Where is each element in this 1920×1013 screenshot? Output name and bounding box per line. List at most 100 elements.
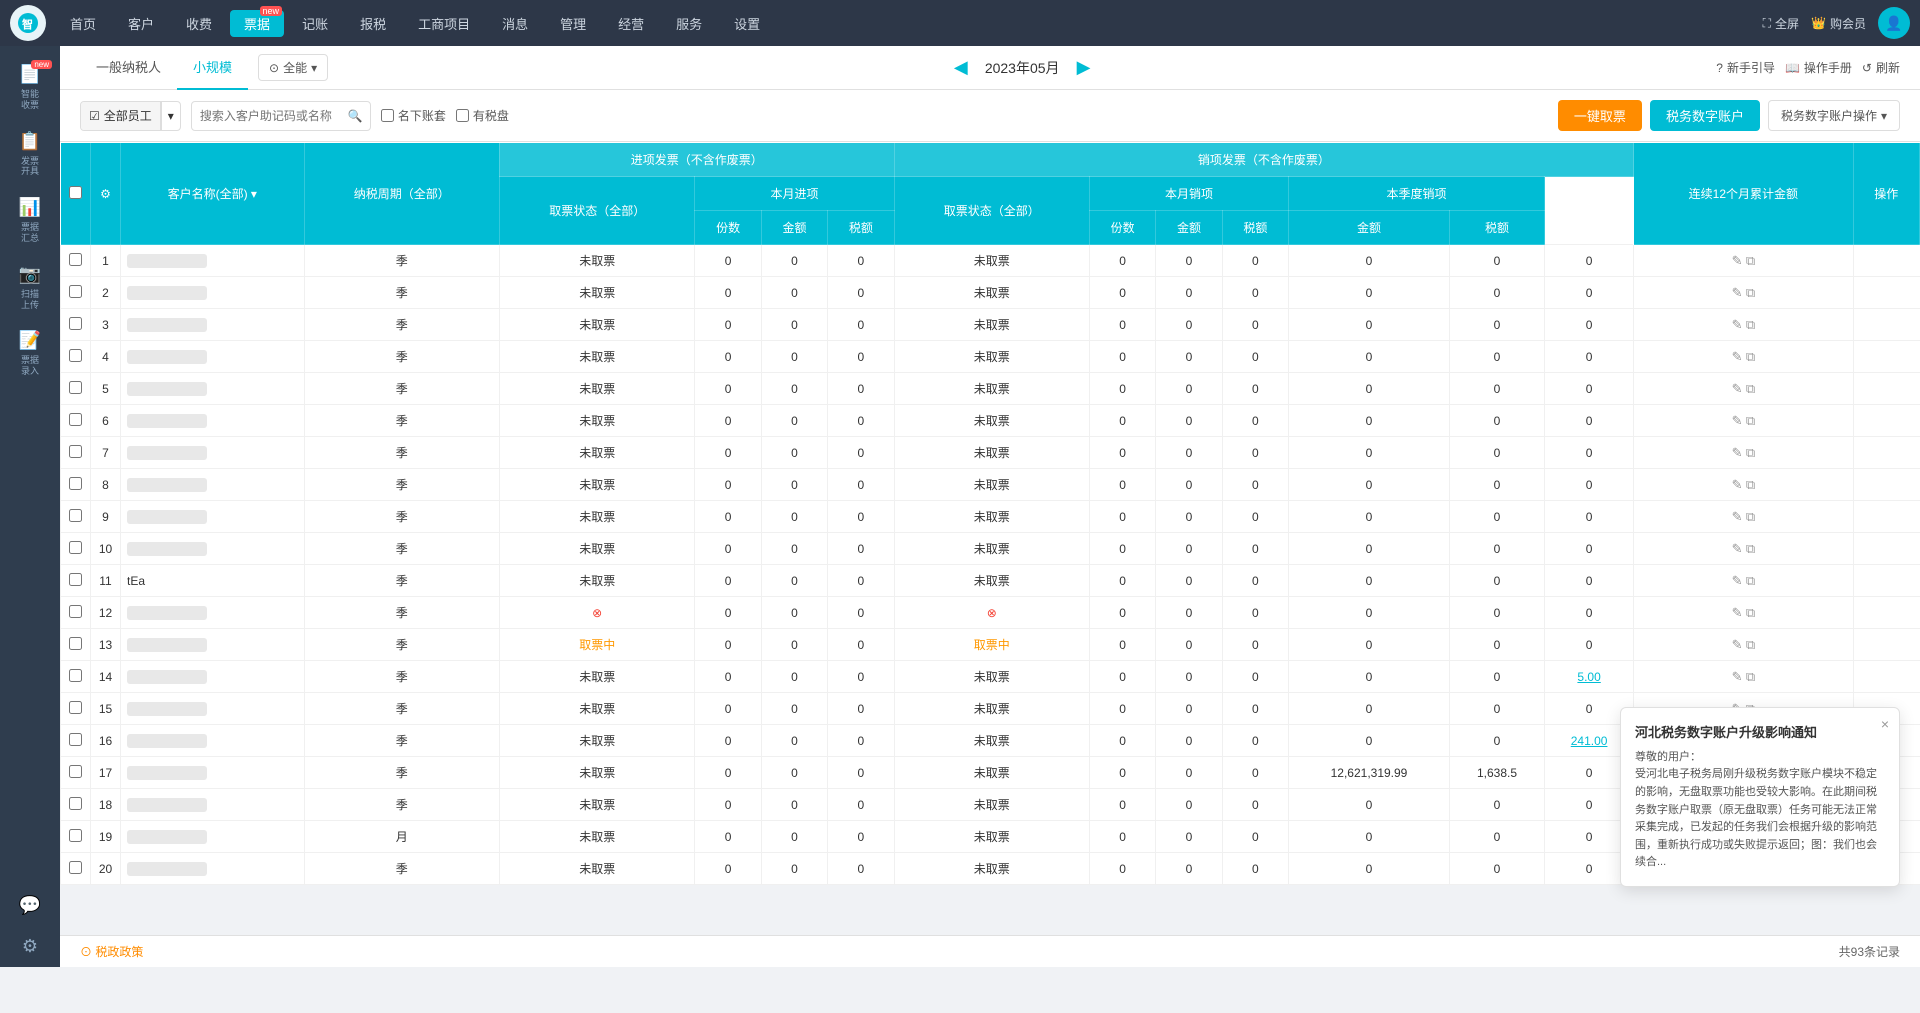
copy-btn[interactable]: ⧉ <box>1746 413 1755 428</box>
sidebar-item-scan-upload[interactable]: 📷 扫描上传 <box>0 254 60 321</box>
manual-btn[interactable]: 📖 操作手册 <box>1785 59 1852 76</box>
edit-btn[interactable]: ✎ <box>1732 477 1743 492</box>
tab-general-taxpayer[interactable]: 一般纳税人 <box>80 45 177 90</box>
row-checkbox[interactable] <box>69 669 82 682</box>
row-checkbox-cell[interactable] <box>61 597 91 629</box>
edit-btn[interactable]: ✎ <box>1732 445 1743 460</box>
select-all-checkbox[interactable] <box>69 186 82 199</box>
nav-settings[interactable]: 设置 <box>720 10 774 37</box>
nav-customer[interactable]: 客户 <box>114 10 168 37</box>
edit-btn[interactable]: ✎ <box>1732 573 1743 588</box>
row-checkbox-cell[interactable] <box>61 629 91 661</box>
new-guide-btn[interactable]: ? 新手引导 <box>1716 59 1775 76</box>
row-checkbox-cell[interactable] <box>61 533 91 565</box>
copy-btn[interactable]: ⧉ <box>1746 285 1755 300</box>
row-checkbox[interactable] <box>69 381 82 394</box>
row-checkbox[interactable] <box>69 541 82 554</box>
tax-disk-checkbox[interactable] <box>456 109 469 122</box>
tax-ops-btn[interactable]: 税务数字账户操作 ▾ <box>1768 100 1900 131</box>
tax-account-btn[interactable]: 税务数字账户 <box>1650 100 1760 131</box>
edit-btn[interactable]: ✎ <box>1732 541 1743 556</box>
nav-tax[interactable]: 报税 <box>346 10 400 37</box>
sidebar-item-invoice-entry[interactable]: 📝 票据录入 <box>0 320 60 387</box>
row-checkbox-cell[interactable] <box>61 245 91 277</box>
copy-btn[interactable]: ⧉ <box>1746 605 1755 620</box>
row-checkbox[interactable] <box>69 637 82 650</box>
copy-btn[interactable]: ⧉ <box>1746 317 1755 332</box>
employee-selector[interactable]: ☑ 全部员工 ▾ <box>80 101 181 131</box>
edit-btn[interactable]: ✎ <box>1732 349 1743 364</box>
sidebar-item-invoice-summary[interactable]: 📊 票据汇总 <box>0 187 60 254</box>
date-prev-btn[interactable]: ◀ <box>949 56 973 80</box>
row-checkbox-cell[interactable] <box>61 661 91 693</box>
copy-btn[interactable]: ⧉ <box>1746 477 1755 492</box>
row-checkbox-cell[interactable] <box>61 373 91 405</box>
edit-btn[interactable]: ✎ <box>1732 669 1743 684</box>
tax-disk-checkbox-label[interactable]: 有税盘 <box>456 107 509 124</box>
row-checkbox-cell[interactable] <box>61 565 91 597</box>
row-checkbox-cell[interactable] <box>61 469 91 501</box>
row-checkbox[interactable] <box>69 861 82 874</box>
search-icon[interactable]: 🔍 <box>348 109 363 123</box>
copy-btn[interactable]: ⧉ <box>1746 445 1755 460</box>
row-checkbox-cell[interactable] <box>61 405 91 437</box>
nav-invoice[interactable]: 票据 new <box>230 10 284 37</box>
row-checkbox-cell[interactable] <box>61 789 91 821</box>
edit-btn[interactable]: ✎ <box>1732 253 1743 268</box>
edit-btn[interactable]: ✎ <box>1732 285 1743 300</box>
edit-btn[interactable]: ✎ <box>1732 317 1743 332</box>
row-checkbox-cell[interactable] <box>61 757 91 789</box>
row-checkbox[interactable] <box>69 829 82 842</box>
edit-btn[interactable]: ✎ <box>1732 637 1743 652</box>
row-checkbox-cell[interactable] <box>61 309 91 341</box>
row-checkbox[interactable] <box>69 573 82 586</box>
fullscreen-btn[interactable]: ⛶ 全屏 <box>1763 15 1799 32</box>
settings-col-icon[interactable]: ⚙ <box>100 187 111 201</box>
sidebar-item-smartinvoice[interactable]: 📄 智能收票 new <box>0 54 60 121</box>
copy-btn[interactable]: ⧉ <box>1746 349 1755 364</box>
edit-btn[interactable]: ✎ <box>1732 509 1743 524</box>
row-checkbox[interactable] <box>69 445 82 458</box>
copy-btn[interactable]: ⧉ <box>1746 573 1755 588</box>
row-checkbox-cell[interactable] <box>61 437 91 469</box>
employee-select-arrow[interactable]: ▾ <box>161 102 180 130</box>
copy-btn[interactable]: ⧉ <box>1746 669 1755 684</box>
row-checkbox-cell[interactable] <box>61 341 91 373</box>
fetch-invoice-btn[interactable]: 一键取票 <box>1558 100 1642 131</box>
copy-btn[interactable]: ⧉ <box>1746 253 1755 268</box>
row-checkbox[interactable] <box>69 605 82 618</box>
search-input[interactable] <box>191 101 371 131</box>
nav-operation[interactable]: 经营 <box>604 10 658 37</box>
copy-btn[interactable]: ⧉ <box>1746 381 1755 396</box>
row-checkbox[interactable] <box>69 285 82 298</box>
nav-accounting[interactable]: 记账 <box>288 10 342 37</box>
row-checkbox[interactable] <box>69 797 82 810</box>
nav-service[interactable]: 服务 <box>662 10 716 37</box>
row-checkbox[interactable] <box>69 349 82 362</box>
nav-home[interactable]: 首页 <box>56 10 110 37</box>
refresh-btn[interactable]: ↺ 刷新 <box>1862 59 1900 76</box>
tab-small-scale[interactable]: 小规模 <box>177 45 248 90</box>
row-checkbox[interactable] <box>69 765 82 778</box>
account-checkbox-label[interactable]: 名下账套 <box>381 107 446 124</box>
row-checkbox-cell[interactable] <box>61 501 91 533</box>
sidebar-item-chat[interactable]: 💬 <box>15 885 45 926</box>
notification-close-btn[interactable]: × <box>1881 716 1889 732</box>
date-next-btn[interactable]: ▶ <box>1072 56 1096 80</box>
copy-btn[interactable]: ⧉ <box>1746 509 1755 524</box>
row-checkbox-cell[interactable] <box>61 693 91 725</box>
row-checkbox[interactable] <box>69 413 82 426</box>
sidebar-item-settings[interactable]: ⚙ <box>15 926 45 967</box>
nav-manage[interactable]: 管理 <box>546 10 600 37</box>
nav-business[interactable]: 工商项目 <box>404 10 484 37</box>
nav-message[interactable]: 消息 <box>488 10 542 37</box>
avatar[interactable]: 👤 <box>1878 7 1910 39</box>
edit-btn[interactable]: ✎ <box>1732 413 1743 428</box>
row-checkbox[interactable] <box>69 317 82 330</box>
copy-btn[interactable]: ⧉ <box>1746 541 1755 556</box>
row-checkbox[interactable] <box>69 733 82 746</box>
copy-btn[interactable]: ⧉ <box>1746 637 1755 652</box>
row-checkbox[interactable] <box>69 253 82 266</box>
edit-btn[interactable]: ✎ <box>1732 381 1743 396</box>
row-checkbox[interactable] <box>69 477 82 490</box>
